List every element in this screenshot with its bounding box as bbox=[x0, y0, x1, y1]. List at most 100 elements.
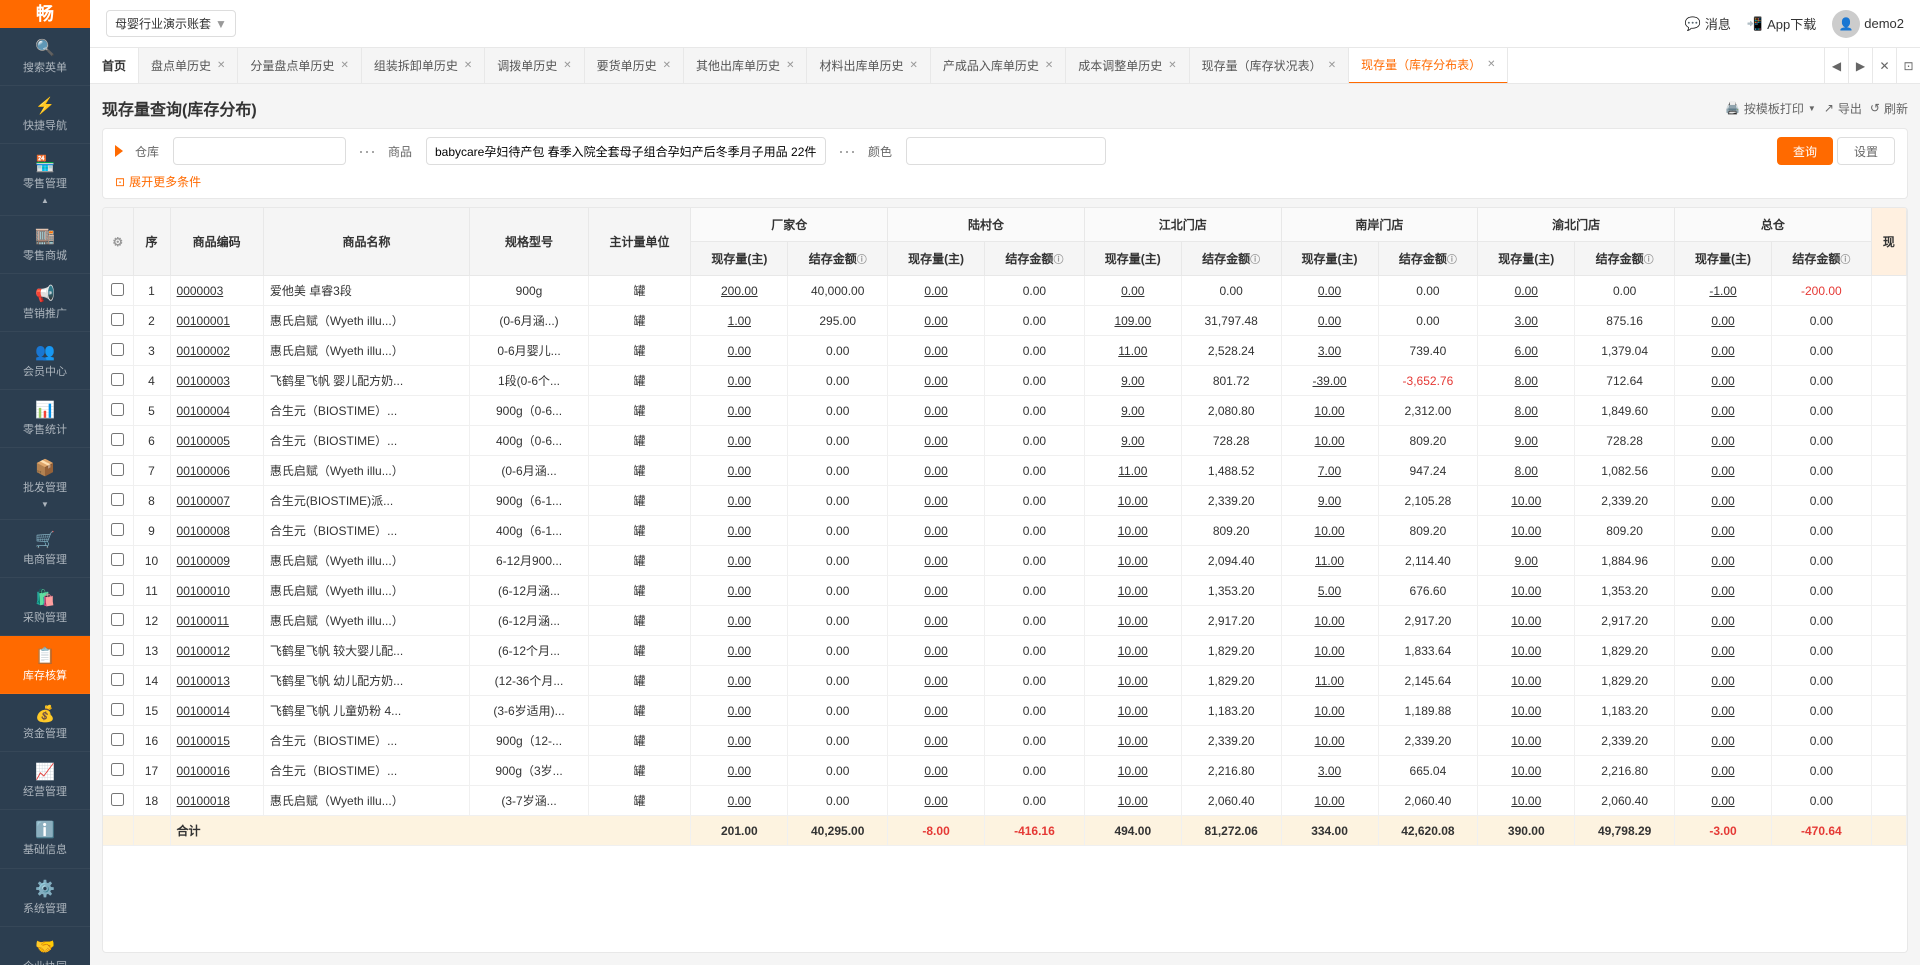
td-checkbox[interactable] bbox=[103, 606, 133, 636]
td-checkbox[interactable] bbox=[103, 756, 133, 786]
tab-close-other-out[interactable]: ✕ bbox=[786, 60, 794, 71]
sidebar-item-finance[interactable]: 💰 资金管理 bbox=[0, 694, 90, 752]
td-checkbox[interactable] bbox=[103, 366, 133, 396]
nav-expand-btn[interactable]: ⊡ bbox=[1896, 48, 1920, 84]
td-checkbox[interactable] bbox=[103, 276, 133, 306]
export-btn[interactable]: ↗ 导出 bbox=[1824, 100, 1862, 117]
td-checkbox[interactable] bbox=[103, 396, 133, 426]
tab-close-product-in[interactable]: ✕ bbox=[1045, 60, 1053, 71]
nav-tab-product-in[interactable]: 产成品入库单历史 ✕ bbox=[931, 48, 1066, 84]
tab-close-order-request[interactable]: ✕ bbox=[663, 60, 671, 71]
sidebar-item-nav[interactable]: ⚡ 快捷导航 bbox=[0, 86, 90, 144]
sidebar-item-ecommerce[interactable]: 🛒 电商管理 bbox=[0, 520, 90, 578]
warehouse-dots-btn[interactable]: ··· bbox=[354, 141, 380, 162]
nav-tab-home[interactable]: 首页 bbox=[90, 48, 139, 84]
tab-close-branch-count[interactable]: ✕ bbox=[340, 60, 348, 71]
sidebar-item-retail-stats[interactable]: 📊 零售统计 bbox=[0, 390, 90, 448]
row-checkbox[interactable] bbox=[111, 673, 124, 686]
nav-tab-cost-adjust[interactable]: 成本调整单历史 ✕ bbox=[1066, 48, 1189, 84]
row-checkbox[interactable] bbox=[111, 613, 124, 626]
nav-next-btn[interactable]: ▶ bbox=[1848, 48, 1872, 84]
tab-close-material-out[interactable]: ✕ bbox=[909, 60, 917, 71]
tab-close-current-warehouse[interactable]: ✕ bbox=[1328, 60, 1336, 71]
row-checkbox[interactable] bbox=[111, 793, 124, 806]
query-button[interactable]: 查询 bbox=[1777, 137, 1833, 165]
sidebar-item-enterprise[interactable]: 🤝 企业协同 bbox=[0, 927, 90, 965]
settings-button[interactable]: 设置 bbox=[1837, 137, 1895, 165]
sidebar-item-marketing[interactable]: 📢 营销推广 bbox=[0, 274, 90, 332]
td-checkbox[interactable] bbox=[103, 636, 133, 666]
sidebar-item-operations[interactable]: 📈 经营管理 bbox=[0, 752, 90, 810]
sidebar-item-wholesale[interactable]: 📦 批发管理 ▼ bbox=[0, 448, 90, 519]
td-checkbox[interactable] bbox=[103, 486, 133, 516]
nav-tab-assembly[interactable]: 组装拆卸单历史 ✕ bbox=[362, 48, 485, 84]
row-checkbox[interactable] bbox=[111, 463, 124, 476]
info-icon-2[interactable]: ⓘ bbox=[1053, 255, 1063, 266]
nav-tab-branch-count[interactable]: 分量盘点单历史 ✕ bbox=[238, 48, 361, 84]
row-checkbox[interactable] bbox=[111, 583, 124, 596]
nav-tab-current-dist[interactable]: 现存量（库存分布表） ✕ bbox=[1349, 48, 1508, 84]
info-icon-3[interactable]: ⓘ bbox=[1250, 255, 1260, 266]
row-checkbox[interactable] bbox=[111, 643, 124, 656]
color-input[interactable] bbox=[906, 137, 1106, 165]
refresh-btn[interactable]: ↺ 刷新 bbox=[1870, 100, 1908, 117]
sidebar-item-search[interactable]: 🔍 搜索英单 bbox=[0, 28, 90, 86]
nav-tab-material-out[interactable]: 材料出库单历史 ✕ bbox=[807, 48, 930, 84]
nav-tab-other-out[interactable]: 其他出库单历史 ✕ bbox=[684, 48, 807, 84]
td-checkbox[interactable] bbox=[103, 666, 133, 696]
sidebar-item-basic[interactable]: ℹ️ 基础信息 bbox=[0, 810, 90, 868]
account-selector[interactable]: 母婴行业演示账套 ▼ bbox=[106, 10, 236, 37]
table-settings-icon[interactable]: ⚙ bbox=[112, 235, 123, 249]
nav-prev-btn[interactable]: ◀ bbox=[1824, 48, 1848, 84]
row-checkbox[interactable] bbox=[111, 283, 124, 296]
td-checkbox[interactable] bbox=[103, 726, 133, 756]
td-checkbox[interactable] bbox=[103, 336, 133, 366]
row-checkbox[interactable] bbox=[111, 373, 124, 386]
row-checkbox[interactable] bbox=[111, 763, 124, 776]
th-settings[interactable]: ⚙ bbox=[103, 208, 133, 276]
app-download-btn[interactable]: 📲 App下载 bbox=[1747, 14, 1816, 33]
row-checkbox[interactable] bbox=[111, 433, 124, 446]
expand-triangle-icon[interactable] bbox=[115, 145, 123, 157]
td-checkbox[interactable] bbox=[103, 546, 133, 576]
td-checkbox[interactable] bbox=[103, 456, 133, 486]
td-checkbox[interactable] bbox=[103, 306, 133, 336]
print-btn[interactable]: 🖨️ 按模板打印 ▼ bbox=[1725, 100, 1816, 117]
goods-dots-btn[interactable]: ··· bbox=[834, 141, 860, 162]
sidebar-item-system[interactable]: ⚙️ 系统管理 bbox=[0, 869, 90, 927]
expand-more-btn[interactable]: ⊡ 展开更多条件 bbox=[115, 173, 201, 190]
row-checkbox[interactable] bbox=[111, 703, 124, 716]
sidebar-item-retail-mgmt[interactable]: 🏪 零售管理 ▲ bbox=[0, 144, 90, 215]
sidebar-item-inventory[interactable]: 📋 库存核算 bbox=[0, 636, 90, 694]
tab-close-transfer[interactable]: ✕ bbox=[563, 60, 571, 71]
nav-tab-inventory-count[interactable]: 盘点单历史 ✕ bbox=[139, 48, 238, 84]
nav-close-btn[interactable]: ✕ bbox=[1872, 48, 1896, 84]
row-checkbox[interactable] bbox=[111, 553, 124, 566]
tab-close-cost-adjust[interactable]: ✕ bbox=[1168, 60, 1176, 71]
sidebar-item-retail-store[interactable]: 🏬 零售商城 bbox=[0, 216, 90, 274]
tab-close-assembly[interactable]: ✕ bbox=[464, 60, 472, 71]
row-checkbox[interactable] bbox=[111, 493, 124, 506]
goods-input[interactable] bbox=[426, 137, 826, 165]
sidebar-item-purchase[interactable]: 🛍️ 采购管理 bbox=[0, 578, 90, 636]
row-checkbox[interactable] bbox=[111, 523, 124, 536]
info-icon-4[interactable]: ⓘ bbox=[1447, 255, 1457, 266]
td-checkbox[interactable] bbox=[103, 576, 133, 606]
row-checkbox[interactable] bbox=[111, 313, 124, 326]
message-btn[interactable]: 💬 消息 bbox=[1685, 14, 1731, 33]
tab-close-current-dist[interactable]: ✕ bbox=[1487, 59, 1495, 70]
td-checkbox[interactable] bbox=[103, 786, 133, 816]
sidebar-item-member[interactable]: 👥 会员中心 bbox=[0, 332, 90, 390]
nav-tab-order-request[interactable]: 要货单历史 ✕ bbox=[585, 48, 684, 84]
info-icon-6[interactable]: ⓘ bbox=[1840, 255, 1850, 266]
row-checkbox[interactable] bbox=[111, 343, 124, 356]
info-icon-1[interactable]: ⓘ bbox=[857, 255, 867, 266]
td-checkbox[interactable] bbox=[103, 696, 133, 726]
nav-tab-transfer[interactable]: 调拨单历史 ✕ bbox=[485, 48, 584, 84]
row-checkbox[interactable] bbox=[111, 403, 124, 416]
nav-tab-current-warehouse[interactable]: 现存量（库存状况表） ✕ bbox=[1190, 48, 1349, 84]
info-icon-5[interactable]: ⓘ bbox=[1644, 255, 1654, 266]
warehouse-input[interactable] bbox=[173, 137, 346, 165]
td-checkbox[interactable] bbox=[103, 426, 133, 456]
user-area[interactable]: 👤 demo2 bbox=[1832, 10, 1904, 38]
